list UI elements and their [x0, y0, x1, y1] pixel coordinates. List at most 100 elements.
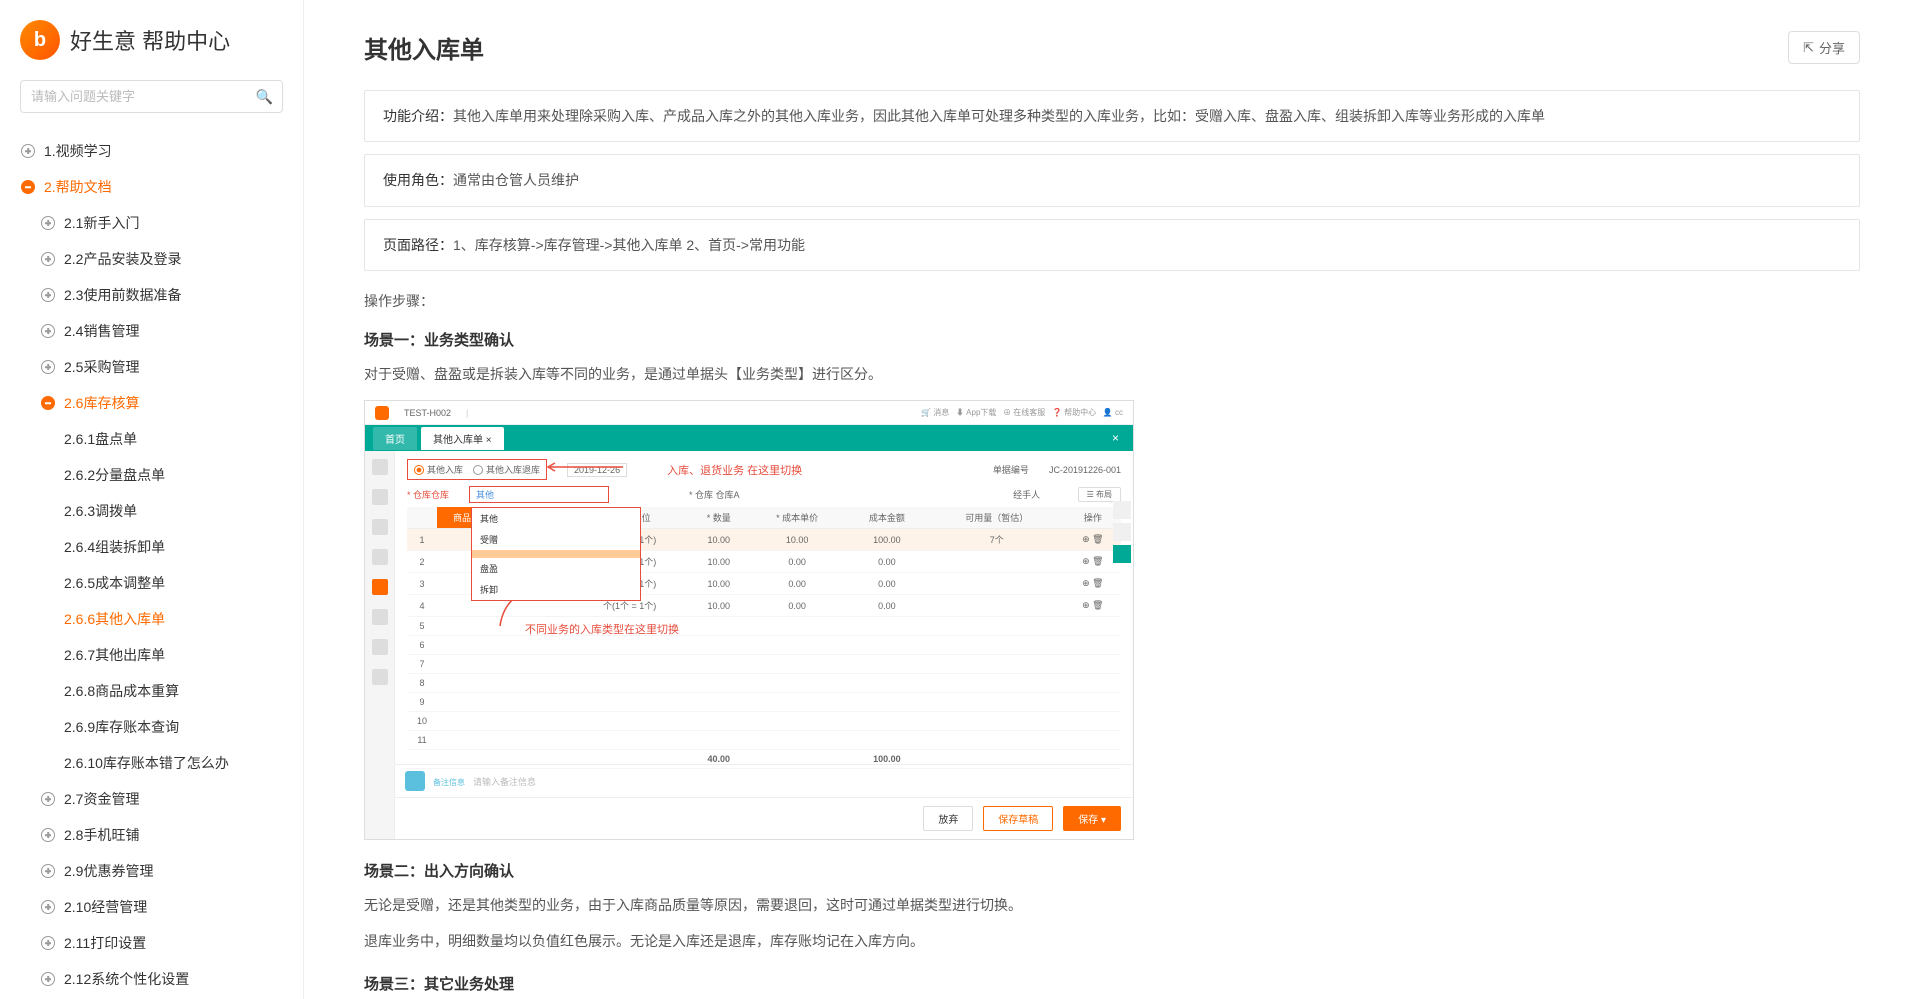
nav-2-9[interactable]: 2.9优惠券管理	[20, 853, 283, 889]
brand-logo-icon: b	[20, 20, 60, 60]
ss-sidenav-icon	[372, 519, 388, 535]
ss-tab-active: 其他入库单 ×	[421, 427, 504, 450]
ss-btn-draft: 保存草稿	[983, 806, 1053, 831]
nav-2-6-10[interactable]: 2.6.10库存账本错了怎么办	[20, 745, 283, 781]
nav-2-6-5[interactable]: 2.6.5成本调整单	[20, 565, 283, 601]
scene2-title: 场景二：出入方向确认	[364, 860, 1860, 881]
ss-type-selector: 其他入库 其他入库退库	[407, 459, 547, 480]
ss-date: 2019-12-26	[567, 463, 627, 477]
nav-tree: 1.视频学习 2.帮助文档 2.1新手入门 2.2产品安装及登录 2.3使用前数…	[20, 133, 283, 999]
nav-2-6-2[interactable]: 2.6.2分量盘点单	[20, 457, 283, 493]
ss-sidenav-icon	[372, 579, 388, 595]
nav-label: 2.帮助文档	[44, 177, 112, 197]
nav-label: 1.视频学习	[44, 141, 112, 161]
ss-radio-in: 其他入库	[414, 463, 463, 476]
nav-2-6-9[interactable]: 2.6.9库存账本查询	[20, 709, 283, 745]
intro-text: 其他入库单用来处理除采购入库、产成品入库之外的其他入库业务，因此其他入库单可处理…	[453, 108, 1545, 124]
minus-icon	[40, 395, 56, 411]
nav-label: 2.6.7其他出库单	[64, 645, 165, 665]
ss-annotation-1: 入库、退货业务 在这里切换	[667, 462, 802, 478]
intro-box: 功能介绍：其他入库单用来处理除采购入库、产成品入库之外的其他入库业务，因此其他入…	[364, 90, 1860, 142]
brand-title: 好生意 帮助中心	[70, 24, 230, 56]
ss-close-icon: ×	[1112, 431, 1125, 445]
nav-2-6-8[interactable]: 2.6.8商品成本重算	[20, 673, 283, 709]
plus-icon	[40, 215, 56, 231]
scene1-title: 场景一：业务类型确认	[364, 329, 1860, 350]
nav-label: 2.11打印设置	[64, 933, 146, 953]
nav-2-8[interactable]: 2.8手机旺铺	[20, 817, 283, 853]
steps-label: 操作步骤：	[364, 291, 1860, 311]
plus-icon	[40, 971, 56, 987]
nav-label: 2.6.4组装拆卸单	[64, 537, 165, 557]
minus-icon	[20, 179, 36, 195]
ss-tool-icon	[1113, 501, 1131, 519]
ss-footer: 备注信息 请输入备注信息 放弃 保存草稿 保存 ▾	[395, 764, 1133, 839]
nav-2-7[interactable]: 2.7资金管理	[20, 781, 283, 817]
nav-label: 2.3使用前数据准备	[64, 285, 181, 305]
plus-icon	[40, 251, 56, 267]
nav-2-6-3[interactable]: 2.6.3调拨单	[20, 493, 283, 529]
plus-icon	[40, 863, 56, 879]
ss-tool-icon	[1113, 523, 1131, 541]
plus-icon	[40, 323, 56, 339]
nav-2-10[interactable]: 2.10经营管理	[20, 889, 283, 925]
ss-dd-item: 拆卸	[472, 579, 640, 600]
nav-2-5[interactable]: 2.5采购管理	[20, 349, 283, 385]
ss-sidenav-icon	[372, 609, 388, 625]
nav-label: 2.9优惠券管理	[64, 861, 153, 881]
nav-2-2[interactable]: 2.2产品安装及登录	[20, 241, 283, 277]
ss-tenant: TEST-H002	[404, 408, 451, 418]
nav-label: 2.10经营管理	[64, 897, 147, 917]
ss-btn-discard: 放弃	[923, 806, 973, 831]
ss-right-toolbar	[1113, 501, 1133, 567]
nav-label: 2.6库存核算	[64, 393, 139, 413]
nav-label: 2.12系统个性化设置	[64, 969, 189, 989]
ss-docno-label: 单据编号	[993, 463, 1029, 476]
ss-tab-home: 首页	[373, 427, 417, 450]
scene1-text: 对于受赠、盘盈或是拆装入库等不同的业务，是通过单据头【业务类型】进行区分。	[364, 360, 1860, 388]
ss-biztype-dropdown: 其他 受赠 盘盈 拆卸	[471, 507, 641, 601]
ss-sidenav-icon	[372, 549, 388, 565]
share-icon: ⇱	[1803, 40, 1814, 56]
ss-memo-label: 备注信息	[433, 777, 465, 788]
nav-help-docs[interactable]: 2.帮助文档	[20, 169, 283, 205]
search-input[interactable]	[20, 80, 283, 113]
ss-dd-item: 盘盈	[472, 558, 640, 579]
share-button[interactable]: ⇱ 分享	[1788, 31, 1860, 64]
ss-memo-icon	[405, 771, 425, 791]
nav-2-3[interactable]: 2.3使用前数据准备	[20, 277, 283, 313]
search-box: 🔍	[20, 80, 283, 113]
scene2-text1: 无论是受赠，还是其他类型的业务，由于入库商品质量等原因，需要退回，这时可通过单据…	[364, 891, 1860, 919]
plus-icon	[40, 935, 56, 951]
plus-icon	[40, 359, 56, 375]
nav-2-11[interactable]: 2.11打印设置	[20, 925, 283, 961]
nav-2-6-7[interactable]: 2.6.7其他出库单	[20, 637, 283, 673]
scene3-title: 场景三：其它业务处理	[364, 973, 1860, 994]
nav-2-6-4[interactable]: 2.6.4组装拆卸单	[20, 529, 283, 565]
brand-header[interactable]: b 好生意 帮助中心	[20, 20, 283, 60]
scene2-text2: 退库业务中，明细数量均以负值红色展示。无论是入库还是退库，库存账均记在入库方向。	[364, 927, 1860, 955]
nav-2-6[interactable]: 2.6库存核算	[20, 385, 283, 421]
nav-label: 2.6.9库存账本查询	[64, 717, 179, 737]
ss-sidenav-icon	[372, 639, 388, 655]
intro-label: 功能介绍：	[383, 108, 453, 124]
nav-label: 2.5采购管理	[64, 357, 139, 377]
plus-icon	[40, 791, 56, 807]
nav-2-12[interactable]: 2.12系统个性化设置	[20, 961, 283, 997]
nav-label: 2.4销售管理	[64, 321, 139, 341]
nav-2-6-6[interactable]: 2.6.6其他入库单	[20, 601, 283, 637]
plus-icon	[40, 287, 56, 303]
nav-label: 2.1新手入门	[64, 213, 139, 233]
ss-sidenav-icon	[372, 489, 388, 505]
ss-dd-item	[472, 550, 640, 558]
nav-video-learning[interactable]: 1.视频学习	[20, 133, 283, 169]
nav-2-4[interactable]: 2.4销售管理	[20, 313, 283, 349]
nav-label: 2.6.6其他入库单	[64, 609, 165, 629]
nav-2-6-1[interactable]: 2.6.1盘点单	[20, 421, 283, 457]
plus-icon	[20, 143, 36, 159]
ss-sidenav	[365, 451, 395, 839]
role-text: 通常由仓管人员维护	[453, 172, 579, 188]
main-content: 其他入库单 ⇱ 分享 功能介绍：其他入库单用来处理除采购入库、产成品入库之外的其…	[304, 0, 1920, 999]
embedded-screenshot: TEST-H002 | 🛒 消息 ⬇ App下载 ⊕ 在线客服 ❓ 帮助中心 👤…	[364, 400, 1134, 840]
nav-2-1[interactable]: 2.1新手入门	[20, 205, 283, 241]
